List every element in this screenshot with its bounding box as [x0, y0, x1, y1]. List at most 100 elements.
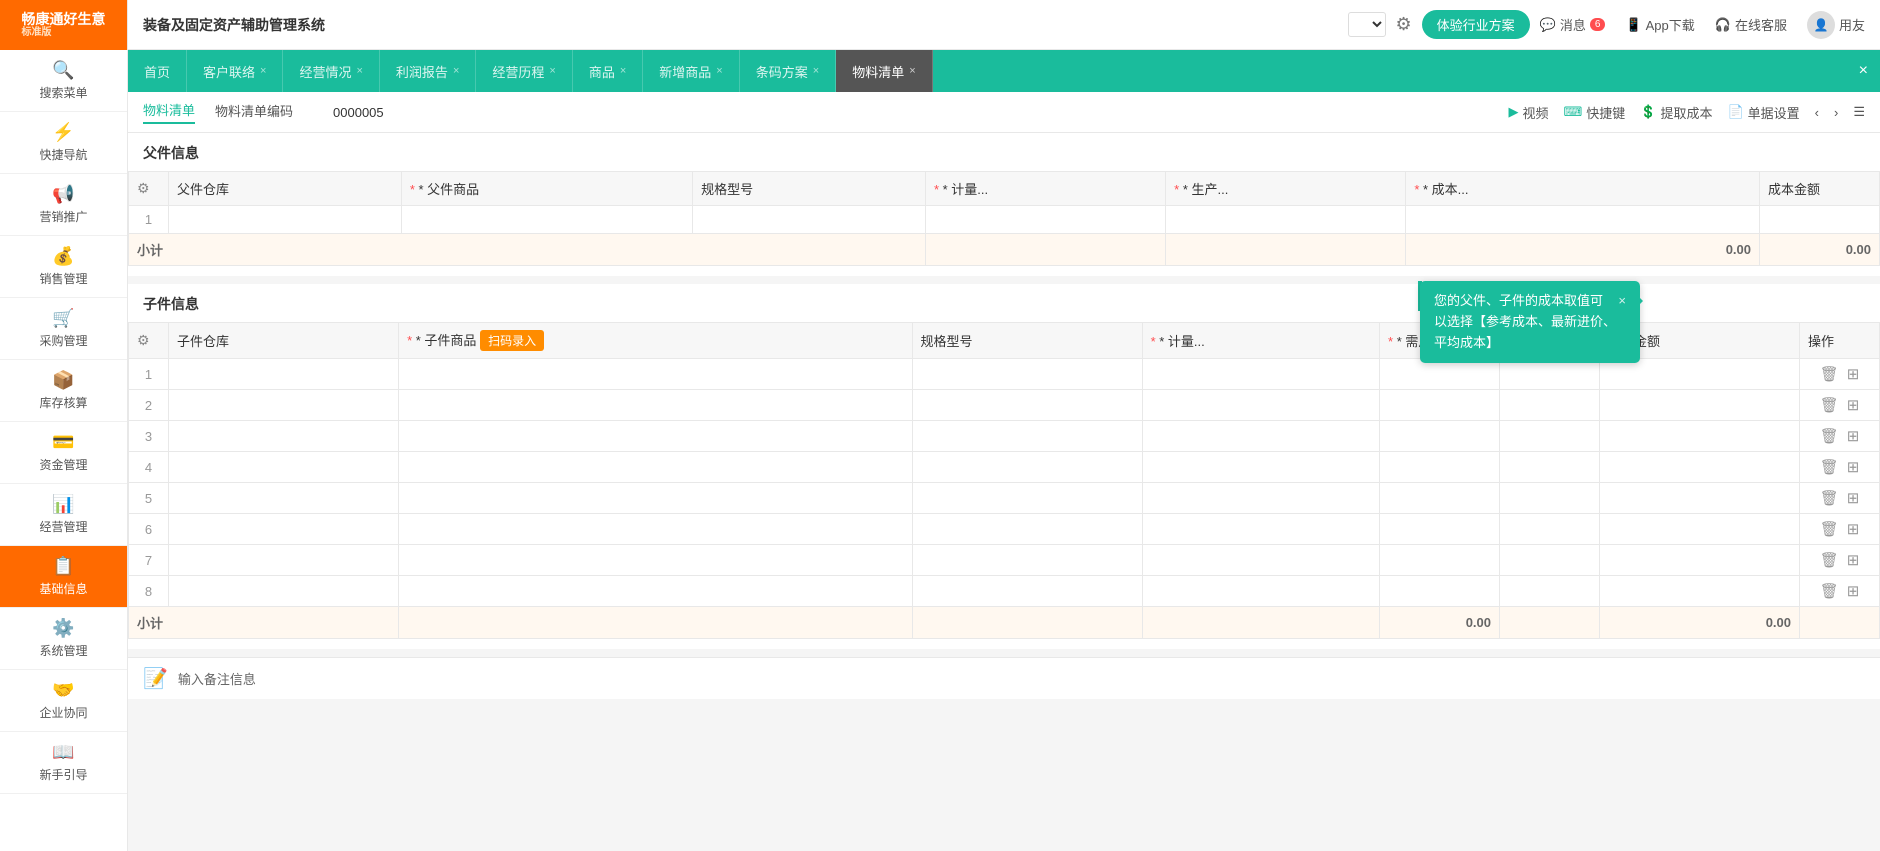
tab-operation[interactable]: 经营情况 × [283, 50, 379, 92]
close-icon[interactable]: × [260, 65, 266, 77]
child-row: 5 🗑⊞ [129, 483, 1880, 514]
app-download-button[interactable]: 📱 App下载 [1625, 15, 1694, 34]
child-unit-2[interactable] [1142, 390, 1379, 421]
child-row: 1 🗑 ⊞ [129, 359, 1880, 390]
online-service-button[interactable]: 🎧 在线客服 [1715, 15, 1787, 34]
close-icon[interactable]: × [620, 65, 626, 77]
parent-table: ⚙ 父件仓库 * * 父件商品 规格型号 * * 计量... * * 生产...… [128, 171, 1880, 266]
th-child-warehouse: 子件仓库 [169, 323, 399, 359]
parent-product-cell[interactable] [401, 206, 692, 234]
sub-tab-bom[interactable]: 物料清单 [143, 100, 195, 124]
box-icon: 📦 [52, 370, 74, 391]
tooltip-close-button[interactable]: × [1618, 291, 1626, 312]
child-qty-2[interactable] [1380, 390, 1500, 421]
close-icon[interactable]: × [909, 65, 915, 77]
sidebar-item-quick-nav[interactable]: ⚡ 快捷导航 [0, 112, 127, 174]
tab-barcode[interactable]: 条码方案 × [740, 50, 836, 92]
sidebar-item-operation[interactable]: 📊 经营管理 [0, 484, 127, 546]
child-product-2[interactable] [399, 390, 912, 421]
trial-button[interactable]: 体验行业方案 [1422, 10, 1530, 39]
tab-bom[interactable]: 物料清单 × [836, 50, 932, 92]
sidebar-item-guide[interactable]: 📖 新手引导 [0, 732, 127, 794]
action-shortcut[interactable]: ⌨ 快捷键 [1563, 103, 1625, 122]
child-qty-1[interactable] [1380, 359, 1500, 390]
parent-section: 父件信息 ⚙ 父件仓库 * * 父件商品 规格型号 * * 计量... * * … [128, 133, 1880, 276]
cost-tooltip: × 您的父件、子件的成本取值可以选择【参考成本、最新进价、平均成本】 [1420, 281, 1640, 363]
copy-icon[interactable]: ⊞ [1847, 489, 1860, 507]
delete-icon[interactable]: 🗑 [1820, 551, 1839, 569]
settings-icon[interactable]: ⚙ [1396, 14, 1412, 35]
note-placeholder[interactable]: 输入备注信息 [178, 669, 256, 688]
th-child-action: 操作 [1800, 323, 1880, 359]
child-row: 4 🗑⊞ [129, 452, 1880, 483]
copy-icon[interactable]: ⊞ [1847, 551, 1860, 569]
nav-more[interactable]: ☰ [1853, 104, 1865, 120]
delete-icon[interactable]: 🗑 [1820, 520, 1839, 538]
scan-button[interactable]: 扫码录入 [480, 330, 544, 351]
th-settings[interactable]: ⚙ [129, 172, 169, 206]
tab-customer[interactable]: 客户联络 × [187, 50, 283, 92]
child-spec-1[interactable] [912, 359, 1142, 390]
subtotal-cost-cell [925, 234, 1165, 266]
action-cost[interactable]: 💲 提取成本 [1640, 103, 1712, 122]
nav-tabs: 首页 客户联络 × 经营情况 × 利润报告 × 经营历程 × 商品 × 新增商品… [128, 50, 1880, 92]
copy-icon[interactable]: ⊞ [1847, 520, 1860, 538]
delete-icon[interactable]: 🗑 [1820, 396, 1839, 414]
parent-unit-cell[interactable] [925, 206, 1165, 234]
delete-icon[interactable]: 🗑 [1820, 427, 1839, 445]
tab-history[interactable]: 经营历程 × [476, 50, 572, 92]
copy-icon[interactable]: ⊞ [1847, 582, 1860, 600]
child-unit-cost-2[interactable] [1500, 390, 1600, 421]
parent-warehouse-cell[interactable] [169, 206, 402, 234]
sidebar-item-system[interactable]: ⚙️ 系统管理 [0, 608, 127, 670]
copy-icon[interactable]: ⊞ [1847, 427, 1860, 445]
copy-icon[interactable]: ⊞ [1847, 365, 1860, 383]
parent-produce-cell[interactable] [1166, 206, 1406, 234]
headset-icon: 🎧 [1715, 17, 1731, 33]
nav-next[interactable]: › [1834, 105, 1838, 120]
child-product-1[interactable] [399, 359, 912, 390]
sidebar-item-purchase[interactable]: 🛒 采购管理 [0, 298, 127, 360]
sidebar-item-search[interactable]: 🔍 搜索菜单 [0, 50, 127, 112]
delete-icon[interactable]: 🗑 [1820, 582, 1839, 600]
message-button[interactable]: 💬 消息 6 [1540, 15, 1606, 34]
close-icon[interactable]: × [549, 65, 555, 77]
action-setting[interactable]: 📄 单据设置 [1727, 103, 1799, 122]
nav-prev[interactable]: ‹ [1815, 105, 1819, 120]
app-logo: 畅康通好生意 标准版 [0, 0, 127, 50]
tab-products[interactable]: 商品 × [573, 50, 643, 92]
child-amount-1 [1600, 359, 1800, 390]
close-icon[interactable]: × [356, 65, 362, 77]
child-warehouse-2[interactable] [169, 390, 399, 421]
action-view[interactable]: ▶ 视频 [1508, 103, 1548, 122]
parent-spec-cell[interactable] [693, 206, 926, 234]
delete-icon[interactable]: 🗑 [1820, 458, 1839, 476]
sidebar-item-sales[interactable]: 💰 销售管理 [0, 236, 127, 298]
child-unit-1[interactable] [1142, 359, 1379, 390]
child-spec-2[interactable] [912, 390, 1142, 421]
close-icon[interactable]: × [453, 65, 459, 77]
child-unit-cost-1[interactable] [1500, 359, 1600, 390]
sidebar-item-finance[interactable]: 💳 资金管理 [0, 422, 127, 484]
tab-profit[interactable]: 利润报告 × [380, 50, 476, 92]
tab-add-product[interactable]: 新增商品 × [643, 50, 739, 92]
user-menu[interactable]: 👤 用友 [1807, 11, 1865, 39]
copy-icon[interactable]: ⊞ [1847, 458, 1860, 476]
sidebar-item-cooperation[interactable]: 🤝 企业协同 [0, 670, 127, 732]
parent-cost-cell[interactable] [1406, 206, 1760, 234]
system-selector[interactable] [1348, 12, 1386, 37]
sidebar-item-inventory[interactable]: 📦 库存核算 [0, 360, 127, 422]
delete-icon[interactable]: 🗑 [1820, 365, 1839, 383]
delete-icon[interactable]: 🗑 [1820, 489, 1839, 507]
child-warehouse-1[interactable] [169, 359, 399, 390]
close-icon[interactable]: × [813, 65, 819, 77]
sidebar: 畅康通好生意 标准版 🔍 搜索菜单 ⚡ 快捷导航 📢 营销推广 💰 销售管理 🛒… [0, 0, 128, 851]
sidebar-item-marketing[interactable]: 📢 营销推广 [0, 174, 127, 236]
close-all-tabs[interactable]: × [1847, 62, 1880, 80]
close-icon[interactable]: × [716, 65, 722, 77]
th-child-settings[interactable]: ⚙ [129, 323, 169, 359]
sub-tab-bom-code[interactable]: 物料清单编码 [215, 101, 293, 123]
sidebar-item-basic-info[interactable]: 📋 基础信息 [0, 546, 127, 608]
tab-home[interactable]: 首页 [128, 50, 187, 92]
copy-icon[interactable]: ⊞ [1847, 396, 1860, 414]
